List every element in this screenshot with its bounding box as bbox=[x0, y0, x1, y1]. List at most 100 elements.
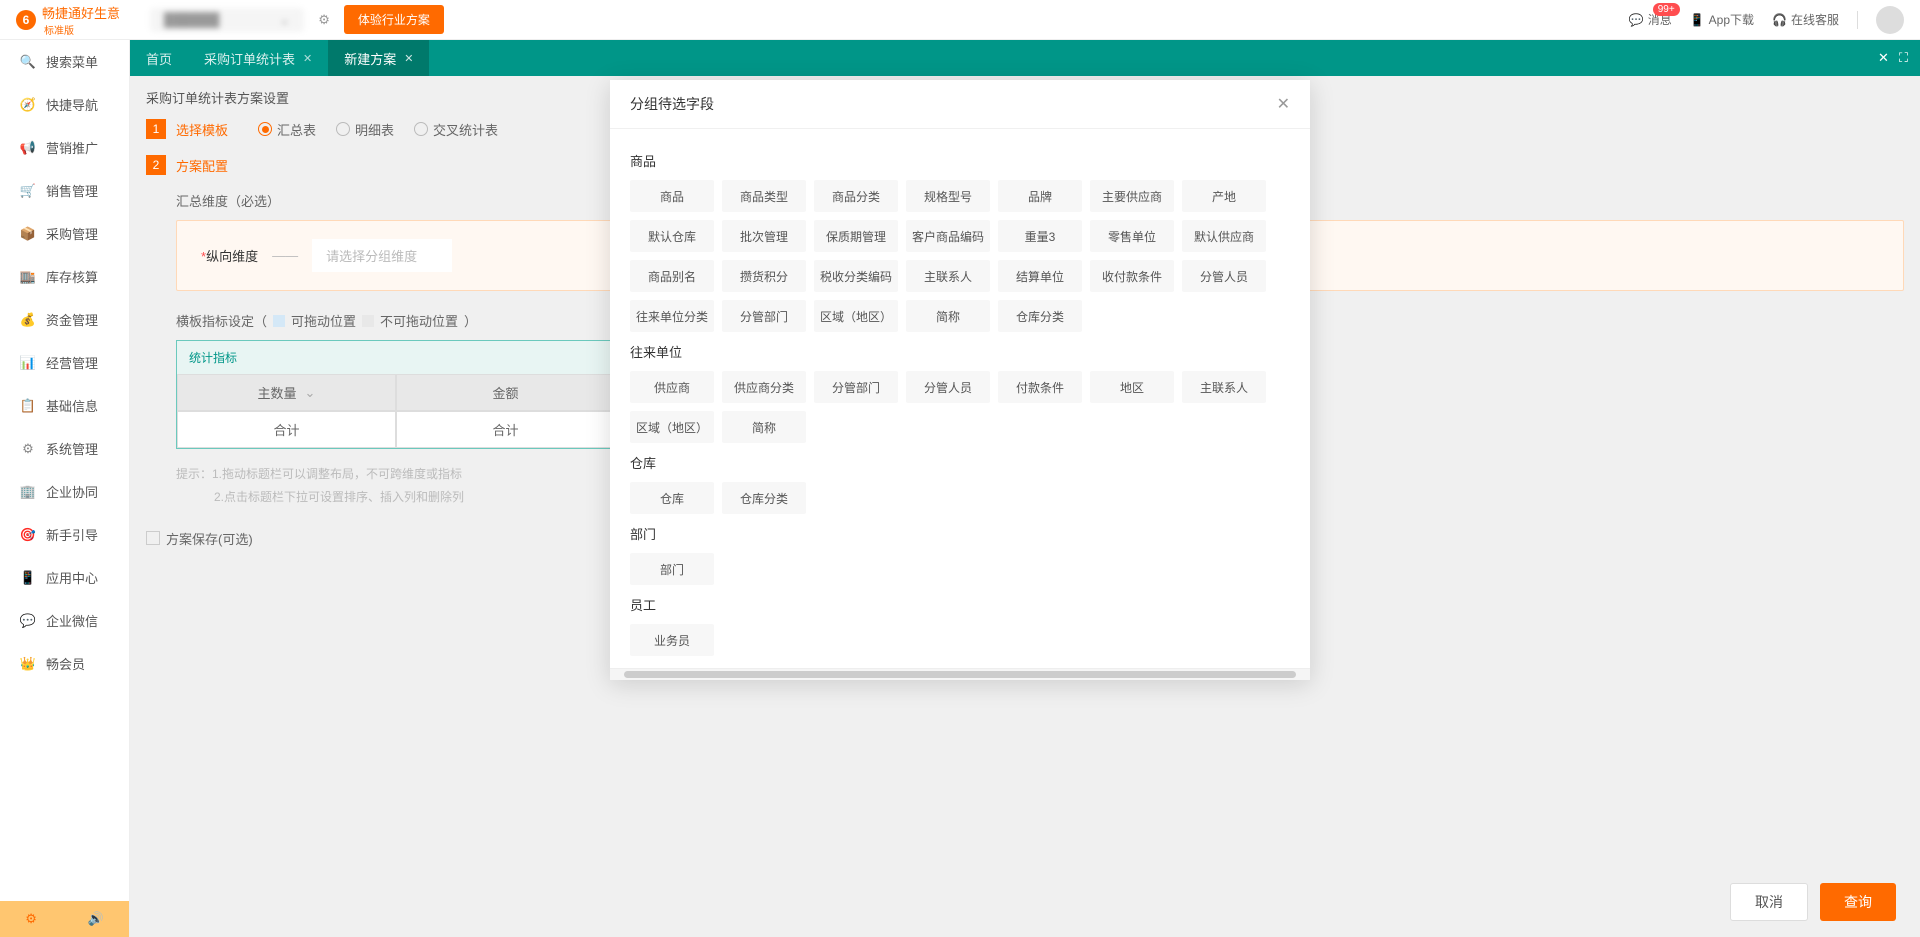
field-chip[interactable]: 地区 bbox=[1090, 371, 1174, 403]
col-amount-header[interactable]: 金额 bbox=[396, 374, 615, 411]
sidebar-item[interactable]: ⚙系统管理 bbox=[0, 427, 129, 470]
sidebar-item[interactable]: 📱应用中心 bbox=[0, 556, 129, 599]
field-chip[interactable]: 商品 bbox=[630, 180, 714, 212]
tab-new-plan[interactable]: 新建方案✕ bbox=[328, 40, 429, 76]
tab-home[interactable]: 首页 bbox=[130, 40, 188, 76]
field-chip[interactable]: 规格型号 bbox=[906, 180, 990, 212]
field-chip[interactable]: 区域（地区） bbox=[814, 300, 898, 332]
field-grid: 仓库仓库分类 bbox=[630, 482, 1290, 514]
field-chip[interactable]: 主要供应商 bbox=[1090, 180, 1174, 212]
scrollbar-thumb[interactable] bbox=[624, 671, 1296, 678]
field-chip[interactable]: 收付款条件 bbox=[1090, 260, 1174, 292]
sidebar-item[interactable]: 🧭快捷导航 bbox=[0, 83, 129, 126]
indicator-close-paren: ） bbox=[464, 311, 477, 330]
field-chip[interactable]: 品牌 bbox=[998, 180, 1082, 212]
field-chip[interactable]: 业务员 bbox=[630, 624, 714, 656]
col-qty-header[interactable]: 主数量⌄ bbox=[177, 374, 396, 411]
sidebar-item-label: 库存核算 bbox=[46, 267, 98, 286]
query-button[interactable]: 查询 bbox=[1820, 883, 1896, 921]
sidebar-item[interactable]: 🏢企业协同 bbox=[0, 470, 129, 513]
field-chip[interactable]: 产地 bbox=[1182, 180, 1266, 212]
gear-icon[interactable]: ⚙ bbox=[318, 12, 330, 28]
indicator-table: 统计指标 主数量⌄ 金额 合计 合计 bbox=[176, 340, 616, 449]
online-service-link[interactable]: 🎧 在线客服 bbox=[1772, 11, 1839, 28]
save-checkbox[interactable] bbox=[146, 531, 160, 545]
field-chip[interactable]: 分管部门 bbox=[722, 300, 806, 332]
modal-body: 商品商品商品类型商品分类规格型号品牌主要供应商产地默认仓库批次管理保质期管理客户… bbox=[610, 129, 1310, 668]
field-chip[interactable]: 主联系人 bbox=[1182, 371, 1266, 403]
field-chip[interactable]: 仓库分类 bbox=[998, 300, 1082, 332]
field-chip[interactable]: 简称 bbox=[906, 300, 990, 332]
sidebar-item[interactable]: 🏬库存核算 bbox=[0, 255, 129, 298]
field-chip[interactable]: 部门 bbox=[630, 553, 714, 585]
sidebar-item[interactable]: 🔍搜索菜单 bbox=[0, 40, 129, 83]
cancel-button[interactable]: 取消 bbox=[1730, 883, 1808, 921]
settings-icon[interactable]: ⚙ bbox=[25, 911, 37, 927]
app-download-label: App下载 bbox=[1709, 11, 1754, 28]
company-placeholder: ██████ bbox=[164, 12, 219, 27]
field-chip[interactable]: 分管人员 bbox=[906, 371, 990, 403]
field-chip[interactable]: 保质期管理 bbox=[814, 220, 898, 252]
sidebar-item[interactable]: 👑畅会员 bbox=[0, 642, 129, 685]
company-selector[interactable]: ██████ ⌄ bbox=[150, 8, 304, 32]
field-chip[interactable]: 结算单位 bbox=[998, 260, 1082, 292]
sidebar: 🔍搜索菜单🧭快捷导航📢营销推广🛒销售管理📦采购管理🏬库存核算💰资金管理📊经营管理… bbox=[0, 40, 130, 937]
sidebar-item[interactable]: 🛒销售管理 bbox=[0, 169, 129, 212]
radio-cross[interactable]: 交叉统计表 bbox=[414, 120, 498, 139]
field-chip[interactable]: 往来单位分类 bbox=[630, 300, 714, 332]
sidebar-item[interactable]: 📦采购管理 bbox=[0, 212, 129, 255]
modal-close-icon[interactable]: ✕ bbox=[1277, 94, 1290, 114]
trial-button[interactable]: 体验行业方案 bbox=[344, 5, 444, 34]
field-chip[interactable]: 税收分类编码 bbox=[814, 260, 898, 292]
field-chip[interactable]: 默认供应商 bbox=[1182, 220, 1266, 252]
tab-purchase-stats[interactable]: 采购订单统计表✕ bbox=[188, 40, 328, 76]
field-chip[interactable]: 批次管理 bbox=[722, 220, 806, 252]
field-chip[interactable]: 分管部门 bbox=[814, 371, 898, 403]
radio-detail[interactable]: 明细表 bbox=[336, 120, 394, 139]
page-footer: 取消 查询 bbox=[1730, 883, 1896, 921]
sidebar-item[interactable]: 📋基础信息 bbox=[0, 384, 129, 427]
field-group-title: 商品 bbox=[630, 151, 1290, 170]
sidebar-item[interactable]: 📢营销推广 bbox=[0, 126, 129, 169]
modal-horizontal-scrollbar[interactable] bbox=[610, 668, 1310, 680]
field-chip[interactable]: 付款条件 bbox=[998, 371, 1082, 403]
sidebar-icon: ⚙ bbox=[20, 441, 36, 457]
dimension-input[interactable]: 请选择分组维度 bbox=[312, 239, 452, 272]
sidebar-item[interactable]: 💰资金管理 bbox=[0, 298, 129, 341]
close-icon[interactable]: ✕ bbox=[303, 52, 312, 65]
messages-link[interactable]: 💬 消息 99+ bbox=[1629, 11, 1672, 28]
avatar[interactable] bbox=[1876, 6, 1904, 34]
field-chip[interactable]: 仓库分类 bbox=[722, 482, 806, 514]
field-chip[interactable]: 重量3 bbox=[998, 220, 1082, 252]
field-chip[interactable]: 商品类型 bbox=[722, 180, 806, 212]
field-chip[interactable]: 区域（地区） bbox=[630, 411, 714, 443]
app-download-link[interactable]: 📱 App下载 bbox=[1690, 11, 1754, 28]
field-chip[interactable]: 商品分类 bbox=[814, 180, 898, 212]
field-chip[interactable]: 默认仓库 bbox=[630, 220, 714, 252]
field-chip[interactable]: 零售单位 bbox=[1090, 220, 1174, 252]
field-chip[interactable]: 仓库 bbox=[630, 482, 714, 514]
field-chip[interactable]: 攒货积分 bbox=[722, 260, 806, 292]
field-chip[interactable]: 供应商 bbox=[630, 371, 714, 403]
template-radio-group: 汇总表 明细表 交叉统计表 bbox=[258, 120, 498, 139]
tab-close-all-icon[interactable]: ✕ bbox=[1878, 50, 1889, 66]
radio-summary[interactable]: 汇总表 bbox=[258, 120, 316, 139]
sidebar-icon: 💬 bbox=[20, 613, 36, 629]
close-icon[interactable]: ✕ bbox=[404, 52, 413, 65]
logo-text: 畅捷通好生意 bbox=[42, 3, 120, 22]
field-chip[interactable]: 供应商分类 bbox=[722, 371, 806, 403]
field-chip[interactable]: 主联系人 bbox=[906, 260, 990, 292]
field-chip[interactable]: 分管人员 bbox=[1182, 260, 1266, 292]
field-chip[interactable]: 简称 bbox=[722, 411, 806, 443]
field-chip[interactable]: 商品别名 bbox=[630, 260, 714, 292]
field-chip[interactable]: 客户商品编码 bbox=[906, 220, 990, 252]
sidebar-item-label: 采购管理 bbox=[46, 224, 98, 243]
sidebar-icon: 📱 bbox=[20, 570, 36, 586]
sidebar-item[interactable]: 📊经营管理 bbox=[0, 341, 129, 384]
sound-icon[interactable]: 🔊 bbox=[88, 911, 104, 927]
sidebar-item[interactable]: 🎯新手引导 bbox=[0, 513, 129, 556]
sidebar-item-label: 企业微信 bbox=[46, 611, 98, 630]
field-group-title: 仓库 bbox=[630, 453, 1290, 472]
fullscreen-icon[interactable]: ⛶ bbox=[1899, 50, 1908, 66]
sidebar-item[interactable]: 💬 企业微信 bbox=[0, 599, 129, 642]
